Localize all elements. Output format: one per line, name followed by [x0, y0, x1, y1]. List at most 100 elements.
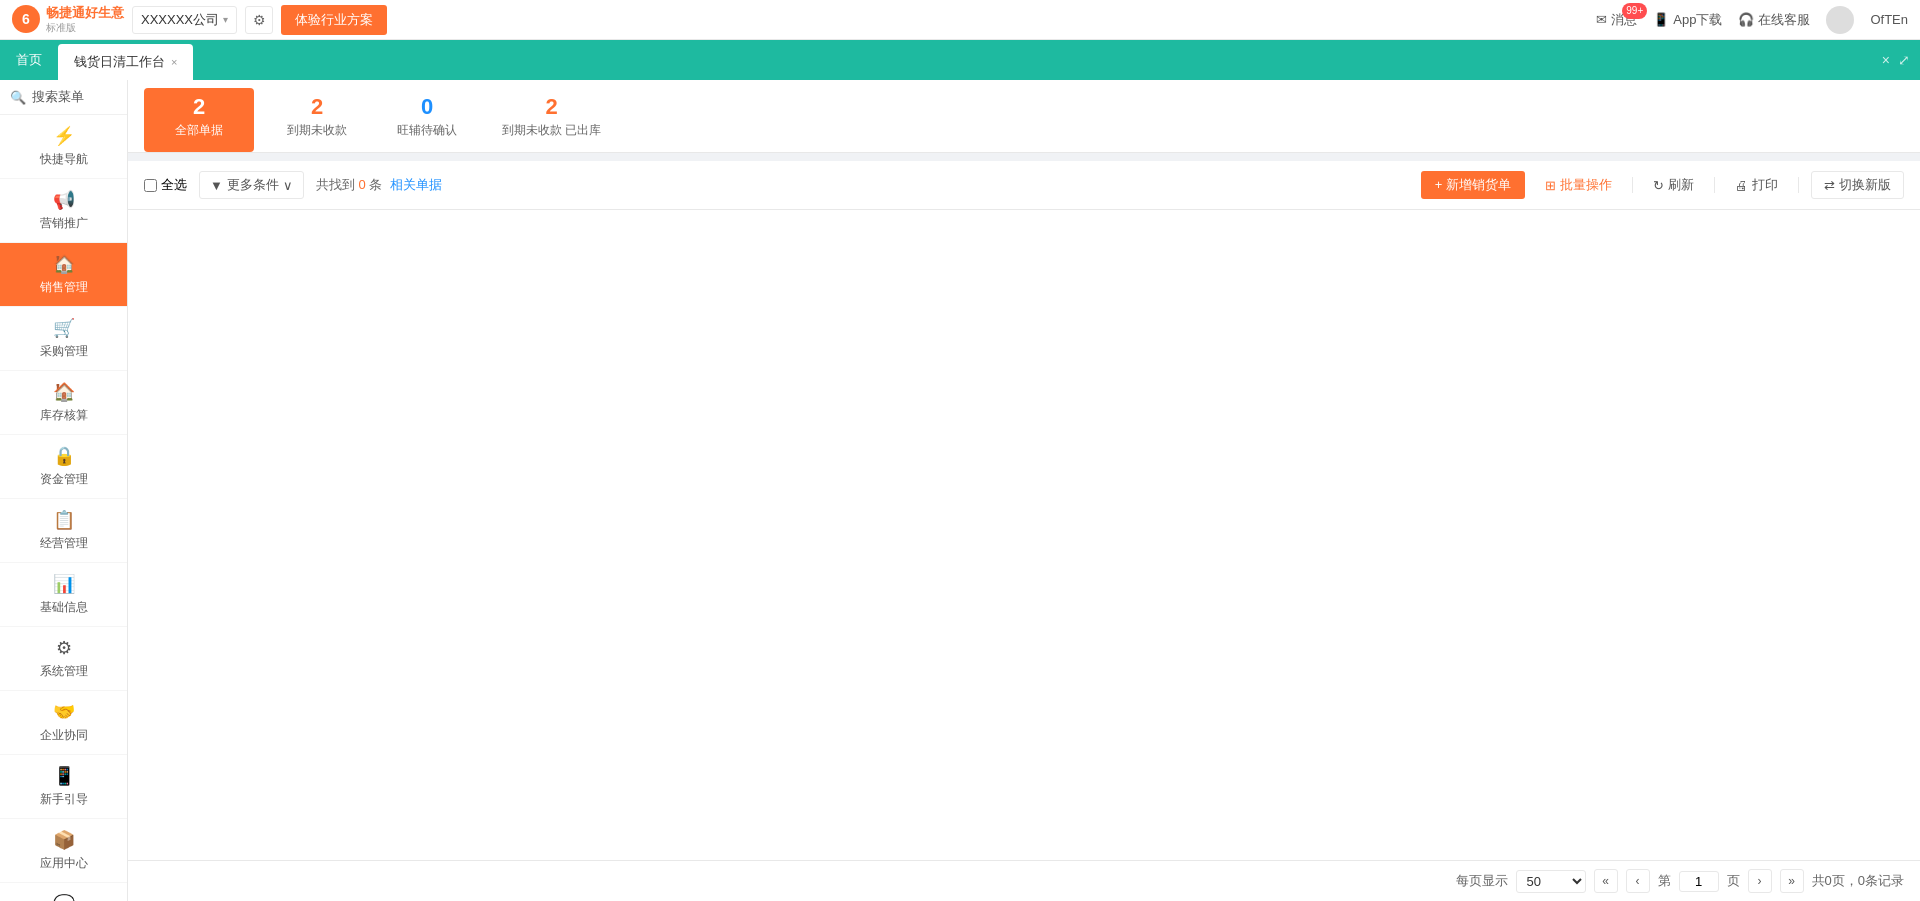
tabnav: 首页 钱货日清工作台 × × ⤢ — [0, 40, 1920, 80]
stat-count-all: 2 — [193, 94, 205, 120]
shortcut-icon: ⚡ — [53, 125, 75, 147]
sidebar-label-sales: 销售管理 — [40, 279, 88, 296]
new-sale-button[interactable]: + 新增销货单 — [1421, 171, 1525, 199]
sidebar-label-shortcut: 快捷导航 — [40, 151, 88, 168]
stat-label-overdue-shipped: 到期未收款 已出库 — [502, 122, 601, 139]
logo-main: 畅捷通好生意 — [46, 5, 124, 22]
app-download-label: App下载 — [1673, 11, 1722, 29]
sidebar-label-finance: 资金管理 — [40, 471, 88, 488]
logo-sub: 标准版 — [46, 21, 124, 34]
chevron-down-icon: ▾ — [223, 14, 228, 25]
stat-tab-all[interactable]: 2 全部单据 — [144, 88, 254, 152]
operation-icon: 📋 — [53, 509, 75, 531]
table-area — [128, 210, 1920, 860]
stat-label-overdue: 到期未收款 — [287, 122, 347, 139]
message-icon: ✉ — [1596, 12, 1607, 27]
total-info: 共0页，0条记录 — [1812, 872, 1904, 890]
toolbar: 全选 ▼ 更多条件 ∨ 共找到 0 条 相关单据 + 新增销货单 ⊞ 批量操作 — [128, 161, 1920, 210]
switch-icon: ⇄ — [1824, 178, 1835, 193]
sales-icon: 🏠 — [53, 253, 75, 275]
switch-version-button[interactable]: ⇄ 切换新版 — [1811, 171, 1904, 199]
sidebar-label-inventory: 库存核算 — [40, 407, 88, 424]
filter-label: 更多条件 — [227, 176, 279, 194]
stat-tab-wangfu[interactable]: 0 旺辅待确认 — [372, 88, 482, 152]
online-service-button[interactable]: 🎧 在线客服 — [1738, 11, 1810, 29]
select-all-checkbox[interactable]: 全选 — [144, 176, 187, 194]
prev-page-icon: ‹ — [1636, 874, 1640, 888]
print-button[interactable]: 🖨 打印 — [1727, 172, 1786, 198]
stat-label-wangfu: 旺辅待确认 — [397, 122, 457, 139]
per-page-label: 每页显示 — [1456, 872, 1508, 890]
select-all-input[interactable] — [144, 179, 157, 192]
sidebar-item-inventory[interactable]: 🏠 库存核算 — [0, 371, 127, 435]
tab-home-label: 首页 — [16, 51, 42, 69]
sidebar-search[interactable]: 🔍 搜索菜单 — [0, 80, 127, 115]
sidebar-item-weixin[interactable]: 💬 企业微信 — [0, 883, 127, 901]
maximize-icon[interactable]: ⤢ — [1898, 52, 1910, 68]
sidebar-item-base[interactable]: 📊 基础信息 — [0, 563, 127, 627]
divider3 — [1798, 177, 1799, 193]
stat-tab-overdue[interactable]: 2 到期未收款 — [262, 88, 372, 152]
sidebar-label-operation: 经营管理 — [40, 535, 88, 552]
first-page-button[interactable]: « — [1594, 869, 1618, 893]
found-count: 0 — [359, 177, 366, 192]
related-label[interactable]: 相关单据 — [390, 177, 442, 192]
sidebar-label-system: 系统管理 — [40, 663, 88, 680]
batch-op-icon: ⊞ — [1545, 178, 1556, 193]
enterprise-icon: 🤝 — [53, 701, 75, 723]
last-page-button[interactable]: » — [1780, 869, 1804, 893]
message-button[interactable]: ✉ 消息 99+ — [1596, 11, 1637, 29]
sidebar-label-guide: 新手引导 — [40, 791, 88, 808]
sidebar-label-marketing: 营销推广 — [40, 215, 88, 232]
avatar[interactable] — [1826, 6, 1854, 34]
minimize-icon[interactable]: × — [1882, 52, 1890, 68]
topbar: 6 畅捷通好生意 标准版 XXXXXX公司 ▾ ⚙ 体验行业方案 ✉ 消息 99… — [0, 0, 1920, 40]
sidebar-item-enterprise[interactable]: 🤝 企业协同 — [0, 691, 127, 755]
found-unit: 条 — [369, 177, 382, 192]
next-page-button[interactable]: › — [1748, 869, 1772, 893]
sidebar-item-operation[interactable]: 📋 经营管理 — [0, 499, 127, 563]
try-industry-button[interactable]: 体验行业方案 — [281, 5, 387, 35]
print-icon: 🖨 — [1735, 178, 1748, 193]
sidebar-item-guide[interactable]: 📱 新手引导 — [0, 755, 127, 819]
avatar-name: OfTEn — [1870, 12, 1908, 27]
last-page-icon: » — [1788, 874, 1795, 888]
app-download-button[interactable]: 📱 App下载 — [1653, 11, 1722, 29]
select-all-label: 全选 — [161, 176, 187, 194]
filter-icon: ▼ — [210, 178, 223, 193]
settings-button[interactable]: ⚙ — [245, 6, 273, 34]
stat-tab-overdue-shipped[interactable]: 2 到期未收款 已出库 — [482, 88, 621, 152]
sidebar-item-shortcut[interactable]: ⚡ 快捷导航 — [0, 115, 127, 179]
tab-cashflow-workbench[interactable]: 钱货日清工作台 × — [58, 44, 193, 80]
sidebar: 🔍 搜索菜单 ⚡ 快捷导航 📢 营销推广 🏠 销售管理 🛒 采购管理 🏠 — [0, 80, 128, 901]
topbar-right: ✉ 消息 99+ 📱 App下载 🎧 在线客服 OfTEn — [1596, 6, 1908, 34]
tab-home[interactable]: 首页 — [0, 40, 58, 80]
tab-close-icon[interactable]: × — [171, 56, 177, 68]
sidebar-item-marketing[interactable]: 📢 营销推广 — [0, 179, 127, 243]
sidebar-item-purchase[interactable]: 🛒 采购管理 — [0, 307, 127, 371]
sidebar-item-finance[interactable]: 🔒 资金管理 — [0, 435, 127, 499]
stat-label-all: 全部单据 — [175, 122, 223, 139]
filter-button[interactable]: ▼ 更多条件 ∨ — [199, 171, 304, 199]
sidebar-item-appcenter[interactable]: 📦 应用中心 — [0, 819, 127, 883]
refresh-button[interactable]: ↻ 刷新 — [1645, 172, 1702, 198]
weixin-icon: 💬 — [53, 893, 75, 901]
sidebar-item-sales[interactable]: 🏠 销售管理 — [0, 243, 127, 307]
sidebar-top: 🔍 搜索菜单 ⚡ 快捷导航 📢 营销推广 🏠 销售管理 🛒 采购管理 🏠 — [0, 80, 127, 901]
found-text: 共找到 0 条 相关单据 — [316, 176, 442, 194]
prev-page-button[interactable]: ‹ — [1626, 869, 1650, 893]
stats-tabs: 2 全部单据 2 到期未收款 0 旺辅待确认 2 到期未收款 已出库 — [128, 80, 1920, 153]
page-prefix: 第 — [1658, 872, 1671, 890]
company-selector[interactable]: XXXXXX公司 ▾ — [132, 6, 237, 34]
batch-op-button[interactable]: ⊞ 批量操作 — [1537, 172, 1620, 198]
inventory-icon: 🏠 — [53, 381, 75, 403]
sidebar-label-purchase: 采购管理 — [40, 343, 88, 360]
purchase-icon: 🛒 — [53, 317, 75, 339]
tab-cashflow-label: 钱货日清工作台 — [74, 53, 165, 71]
online-service-icon: 🎧 — [1738, 12, 1754, 27]
sidebar-item-system[interactable]: ⚙ 系统管理 — [0, 627, 127, 691]
page-label: 页 — [1727, 872, 1740, 890]
per-page-select[interactable]: 50 10 20 100 — [1516, 870, 1586, 893]
page-input[interactable] — [1679, 871, 1719, 892]
print-label: 打印 — [1752, 176, 1778, 194]
